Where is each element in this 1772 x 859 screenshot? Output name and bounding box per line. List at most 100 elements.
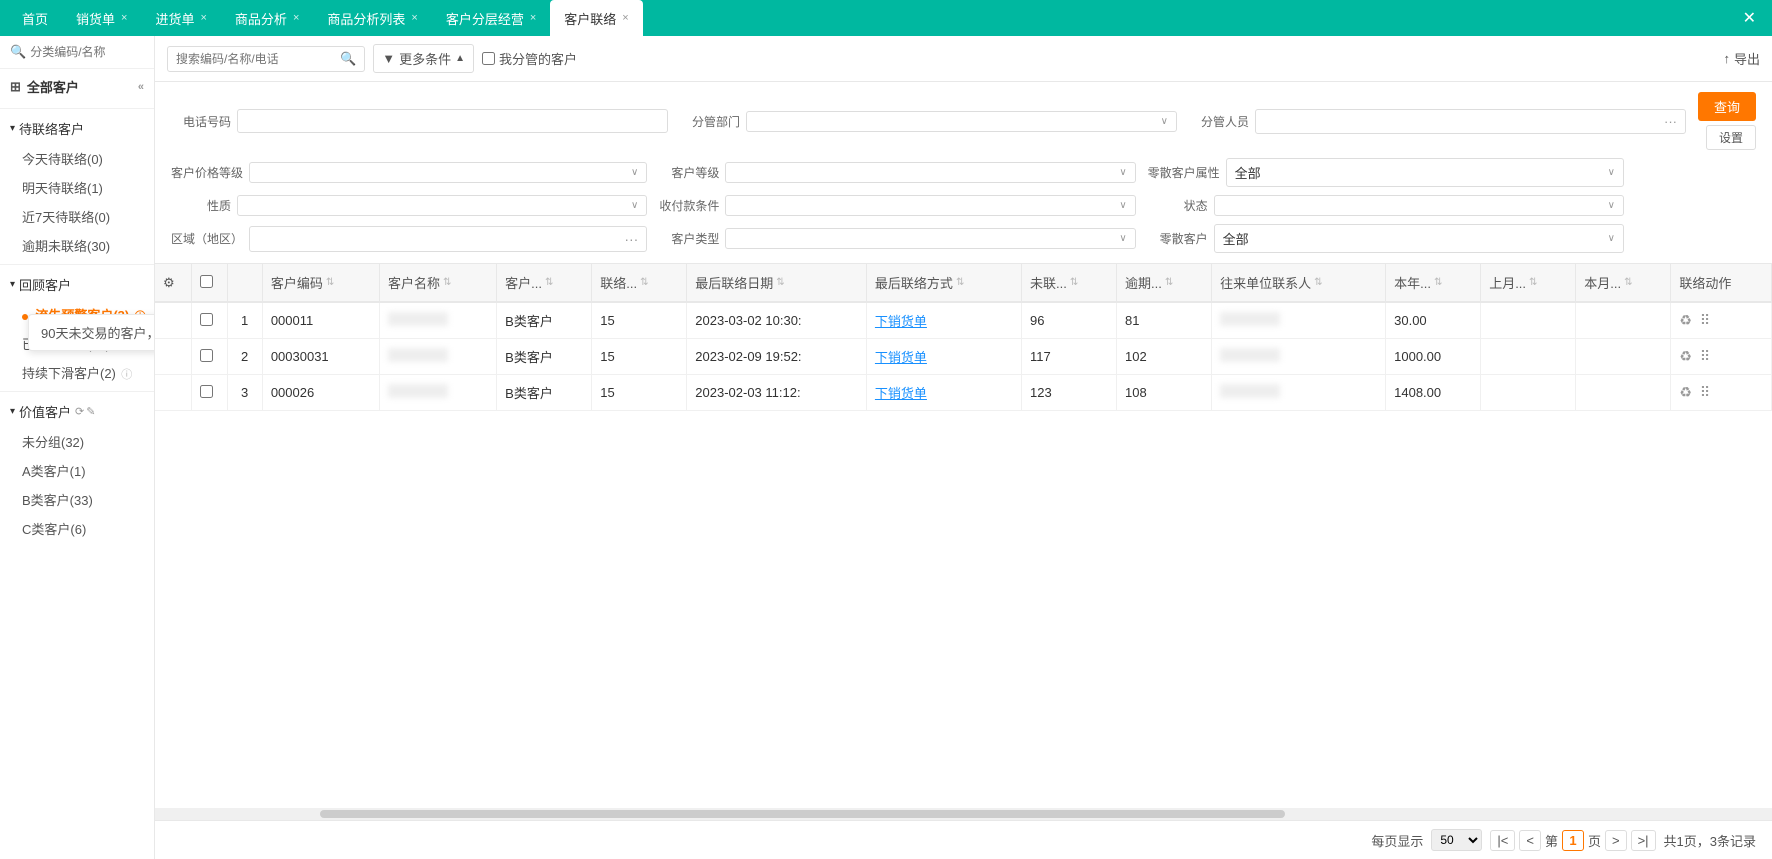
th-contact[interactable]: 联络... ⇅ [592,264,687,302]
row-checkbox-3[interactable] [200,385,213,398]
last-page-button[interactable]: >| [1631,830,1656,851]
sidebar-search-box[interactable]: 🔍 [0,36,154,69]
scatter-attr-select[interactable]: 全部 ∨ [1226,158,1624,187]
search-icon[interactable]: 🔍 [340,51,356,67]
region-dots-icon[interactable]: ··· [624,231,638,247]
more-icon-1[interactable]: ⠿ [1700,312,1710,329]
query-button[interactable]: 查询 [1698,92,1756,121]
contact-icon-2[interactable]: ♻ [1679,348,1692,365]
tab-product-list[interactable]: 商品分析列表 × [313,0,431,36]
page-size-select[interactable]: 50 100 200 [1431,829,1482,851]
my-customers-checkbox[interactable]: 我分管的客户 [482,49,577,68]
payment-select[interactable]: ∨ [725,195,1135,216]
settings-button[interactable]: 设置 [1706,125,1756,150]
th-overdue[interactable]: 逾期... ⇅ [1117,264,1212,302]
sidebar-item-7day-pending[interactable]: 近7天待联络(0) [0,202,154,231]
dept-select[interactable]: ∨ [746,111,1177,132]
filter-field-dept: 分管部门 ∨ [680,111,1177,132]
td-checkbox-3[interactable] [191,375,227,411]
customer-level-select[interactable]: ∨ [725,162,1135,183]
tab-home[interactable]: 首页 [8,0,62,36]
refresh-icon[interactable]: ⟳ [75,405,84,418]
sidebar-group-churning[interactable]: ▾ 回顾客户 [0,269,154,300]
next-page-button[interactable]: > [1605,830,1627,851]
sidebar-group-pending[interactable]: ▾ 待联络客户 [0,113,154,144]
tab-close-sales[interactable]: × [121,12,127,24]
row-checkbox-1[interactable] [200,313,213,326]
th-settings[interactable]: ⚙ [155,264,191,302]
td-lm-3 [1481,375,1576,411]
td-checkbox-2[interactable] [191,339,227,375]
more-icon-2[interactable]: ⠿ [1700,348,1710,365]
contact-icon-3[interactable]: ♻ [1679,384,1692,401]
th-checkbox[interactable] [191,264,227,302]
th-last-month[interactable]: 上月... ⇅ [1481,264,1576,302]
td-year-2: 1000.00 [1386,339,1481,375]
customer-type-select[interactable]: ∨ [725,228,1135,249]
td-lcm-3[interactable]: 下销货单 [866,375,1021,411]
region-select[interactable]: ··· [249,226,647,252]
gear-icon[interactable]: ⚙ [163,275,175,290]
filter-actions: 查询 设置 [1698,92,1756,150]
window-close-button[interactable]: ✕ [1735,8,1764,28]
td-checkbox-1[interactable] [191,302,227,339]
th-last-contact-method[interactable]: 最后联络方式 ⇅ [866,264,1021,302]
filter-field-price-level: 客户价格等级 ∨ [171,162,647,183]
sidebar-group-value[interactable]: ▾ 价值客户 ⟳ ✎ [0,396,154,427]
table-area: ⚙ 客户编码 ⇅ [155,264,1772,808]
scatter-customer-select[interactable]: 全部 ∨ [1214,224,1624,253]
tab-close-product-list[interactable]: × [411,12,417,24]
select-all-checkbox[interactable] [200,275,213,288]
phone-input[interactable] [237,109,668,133]
tab-product-analysis[interactable]: 商品分析 × [221,0,313,36]
td-lcm-1[interactable]: 下销货单 [866,302,1021,339]
th-name[interactable]: 客户名称 ⇅ [379,264,496,302]
sidebar-item-class-b[interactable]: B类客户(33) [0,485,154,514]
nature-select[interactable]: ∨ [237,195,647,216]
sidebar-item-ungrouped[interactable]: 未分组(32) [0,427,154,456]
price-level-select[interactable]: ∨ [249,162,647,183]
more-conditions-button[interactable]: ▼ 更多条件 ▲ [373,44,474,73]
row-checkbox-2[interactable] [200,349,213,362]
td-lcm-2[interactable]: 下销货单 [866,339,1021,375]
horizontal-scrollbar[interactable] [155,808,1772,820]
sidebar-item-overdue-pending[interactable]: 逾期未联络(30) [0,231,154,260]
dots-icon[interactable]: ··· [1664,114,1677,129]
tab-close-purchase[interactable]: × [200,12,206,24]
edit-icon[interactable]: ✎ [86,405,95,418]
sidebar-item-class-c[interactable]: C类客户(6) [0,514,154,543]
scrollbar-thumb[interactable] [320,810,1285,818]
th-year-amount[interactable]: 本年... ⇅ [1386,264,1481,302]
sidebar-item-today-pending[interactable]: 今天待联络(0) [0,144,154,173]
tab-close-product-analysis[interactable]: × [293,12,299,24]
tab-customer-segment[interactable]: 客户分层经营 × [432,0,550,36]
th-associate[interactable]: 往来单位联系人 ⇅ [1212,264,1386,302]
sidebar-item-tomorrow-pending[interactable]: 明天待联络(1) [0,173,154,202]
th-last-contact-date[interactable]: 最后联络日期 ⇅ [687,264,867,302]
page-nav: |< < 第 1 页 > >| [1490,830,1655,851]
tab-customer-contact[interactable]: 客户联络 × [550,0,642,36]
th-code[interactable]: 客户编码 ⇅ [262,264,379,302]
first-page-button[interactable]: |< [1490,830,1515,851]
tab-sales-order[interactable]: 销货单 × [62,0,141,36]
search-input-box[interactable]: 🔍 [167,46,365,72]
sidebar-item-declining[interactable]: 持续下滑客户(2) ⓘ [0,358,154,387]
prev-page-button[interactable]: < [1519,830,1541,851]
search-input[interactable] [176,52,336,66]
sidebar-all-customers[interactable]: ⊞ 全部客户 « [0,69,154,104]
person-select[interactable]: ··· [1255,109,1686,134]
export-button[interactable]: ↑ 导出 [1723,49,1760,68]
tab-close-customer-segment[interactable]: × [530,12,536,24]
tab-close-customer-contact[interactable]: × [622,12,628,24]
table-row: 3 000026 B类客户 15 2023-02-03 11:12: 下销货单 … [155,375,1772,411]
more-icon-3[interactable]: ⠿ [1700,384,1710,401]
th-type[interactable]: 客户... ⇅ [497,264,592,302]
status-select[interactable]: ∨ [1214,195,1624,216]
my-customers-check[interactable] [482,52,495,65]
sidebar-search-input[interactable] [30,45,144,59]
th-uncontact[interactable]: 未联... ⇅ [1021,264,1116,302]
tab-purchase[interactable]: 进货单 × [141,0,220,36]
sidebar-item-class-a[interactable]: A类客户(1) [0,456,154,485]
th-this-month[interactable]: 本月... ⇅ [1576,264,1671,302]
contact-icon-1[interactable]: ♻ [1679,312,1692,329]
